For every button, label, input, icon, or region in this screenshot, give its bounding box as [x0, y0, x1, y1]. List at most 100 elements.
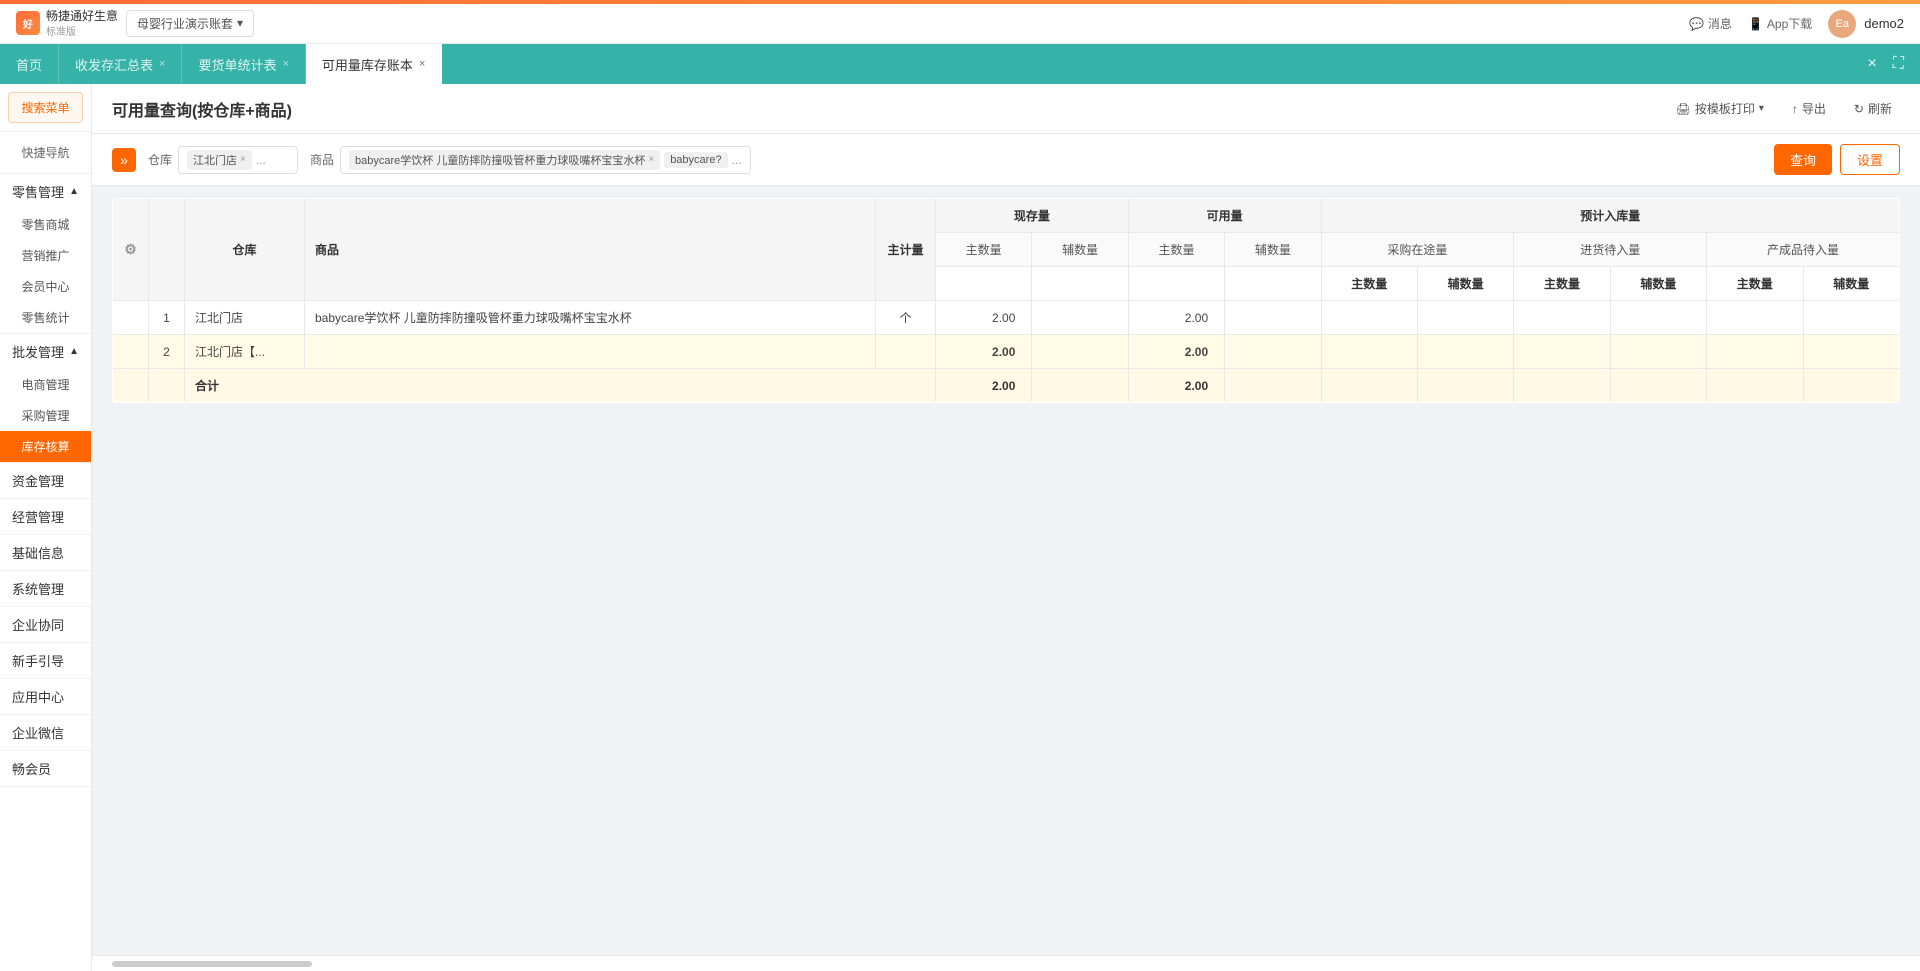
th-purchtr-main: 主数量 [1321, 267, 1417, 301]
td-unit-2 [875, 335, 935, 369]
sidebar-item-member-center[interactable]: 会员中心 [0, 271, 91, 302]
industry-select[interactable]: 母婴行业演示账套 ▾ [126, 10, 254, 37]
avatar-text: Ea [1836, 18, 1849, 30]
goods-tag-1-text: babycare学饮杯 儿童防摔防撞吸管杯重力球吸嘴杯宝宝水杯 [355, 152, 645, 168]
tab-collect-summary-close[interactable]: × [159, 58, 165, 70]
sidebar-operations-header[interactable]: 经营管理 [0, 499, 91, 534]
td-pt-aux-1 [1417, 301, 1513, 335]
sidebar-newbie-header[interactable]: 新手引导 [0, 643, 91, 678]
goods-filter-group: 商品 babycare学饮杯 儿童防摔防撞吸管杯重力球吸嘴杯宝宝水杯 × bab… [310, 146, 751, 174]
sidebar-retail-label: 零售管理 [12, 182, 64, 201]
sidebar-section-system: 系统管理 [0, 571, 91, 607]
td-fin-main-1 [1707, 301, 1803, 335]
td-avail-main-2: 2.00 [1128, 335, 1224, 369]
tab-close-all[interactable]: × [1863, 51, 1880, 77]
sidebar-enterprise-header[interactable]: 企业协同 [0, 607, 91, 642]
sidebar-retail-header[interactable]: 零售管理 ▲ [0, 174, 91, 209]
th-finished: 产成品待入量 [1707, 233, 1900, 267]
td-idx-1: 1 [149, 301, 185, 335]
warehouse-tag-1: 江北门店 × [187, 150, 252, 170]
goods-tag-1-close[interactable]: × [648, 154, 654, 165]
data-table: ⚙ 仓库 商品 主计量 现存量 可用量 预计入库量 主数量 辅数量 主数量 [112, 198, 1900, 403]
tab-bar: 首页 收发存汇总表 × 要货单统计表 × 可用量库存账本 × × ⛶ [0, 44, 1920, 84]
td-footer-pt-aux [1417, 369, 1513, 403]
td-footer-empty-2 [149, 369, 185, 403]
industry-chevron: ▾ [237, 16, 243, 30]
sidebar-app-center-header[interactable]: 应用中心 [0, 679, 91, 714]
sidebar-item-ecommerce[interactable]: 电商管理 [0, 369, 91, 400]
td-fin-aux-2 [1803, 335, 1900, 369]
sidebar-item-retail-promo[interactable]: 营销推广 [0, 240, 91, 271]
warehouse-tag-close[interactable]: × [240, 154, 246, 165]
message-action[interactable]: 💬 消息 [1689, 15, 1732, 32]
td-fin-main-2 [1707, 335, 1803, 369]
sidebar-search: 搜索菜单 [0, 84, 91, 132]
print-chevron: ▾ [1759, 103, 1764, 114]
bottom-scrollbar-area [92, 955, 1920, 971]
print-button[interactable]: 🖨 按模板打印 ▾ [1668, 96, 1772, 121]
sidebar-wholesale-header[interactable]: 批发管理 ▲ [0, 334, 91, 369]
gear-icon[interactable]: ⚙ [124, 241, 137, 257]
export-button[interactable]: ↑ 导出 [1784, 96, 1834, 121]
td-stock-aux-2 [1032, 335, 1128, 369]
page-actions: 🖨 按模板打印 ▾ ↑ 导出 ↻ 刷新 [1668, 96, 1900, 121]
sidebar-search-button[interactable]: 搜索菜单 [8, 92, 83, 123]
th-settings: ⚙ [113, 199, 149, 301]
th-fin-main: 主数量 [1707, 267, 1803, 301]
td-warehouse-2: 江北门店【... [185, 335, 305, 369]
setting-button[interactable]: 设置 [1840, 144, 1900, 175]
goods-more[interactable]: ... [732, 153, 742, 167]
top-bar-left: 好 畅捷通好生意 标准版 母婴行业演示账套 ▾ [16, 9, 254, 38]
page-header: 可用量查询(按仓库+商品) 🖨 按模板打印 ▾ ↑ 导出 ↻ 刷新 [92, 84, 1920, 134]
sidebar-newbie-label: 新手引导 [12, 651, 64, 670]
sidebar-item-purchase[interactable]: 采购管理 [0, 400, 91, 431]
warehouse-input[interactable]: 江北门店 × ... [178, 146, 298, 174]
th-avail2-aux [1225, 267, 1321, 301]
th-purchtr-aux: 辅数量 [1417, 267, 1513, 301]
sidebar-item-retail-mall[interactable]: 零售商城 [0, 209, 91, 240]
horizontal-scrollbar[interactable] [112, 961, 312, 967]
td-goods-1: babycare学饮杯 儿童防摔防撞吸管杯重力球吸嘴杯宝宝水杯 [305, 301, 876, 335]
sidebar-item-retail-stats[interactable]: 零售统计 [0, 302, 91, 333]
query-button[interactable]: 查询 [1774, 144, 1832, 175]
sidebar-finance-header[interactable]: 资金管理 [0, 463, 91, 498]
sidebar-basic-info-label: 基础信息 [12, 543, 64, 562]
sidebar-basic-info-header[interactable]: 基础信息 [0, 535, 91, 570]
tab-collect-summary[interactable]: 收发存汇总表 × [59, 44, 182, 84]
user-area[interactable]: Ea demo2 [1828, 10, 1904, 38]
sidebar-section-retail: 零售管理 ▲ 零售商城 营销推广 会员中心 零售统计 [0, 174, 91, 334]
app-download-action[interactable]: 📱 App下载 [1748, 15, 1812, 32]
sidebar-app-center-label: 应用中心 [12, 687, 64, 706]
tab-order-stats[interactable]: 要货单统计表 × [182, 44, 305, 84]
tab-home[interactable]: 首页 [0, 44, 59, 84]
filter-expand-button[interactable]: » [112, 148, 136, 172]
td-footer-stock-aux [1032, 369, 1128, 403]
sidebar-wechat-header[interactable]: 企业微信 [0, 715, 91, 750]
td-idx-2: 2 [149, 335, 185, 369]
warehouse-more[interactable]: ... [256, 153, 266, 167]
industry-label: 母婴行业演示账套 [137, 15, 233, 32]
tab-available-stock-close[interactable]: × [419, 58, 425, 70]
export-icon: ↑ [1792, 102, 1798, 116]
sidebar-system-header[interactable]: 系统管理 [0, 571, 91, 606]
refresh-button[interactable]: ↻ 刷新 [1846, 96, 1900, 121]
sidebar-section-app-center: 应用中心 [0, 679, 91, 715]
export-label: 导出 [1802, 100, 1826, 117]
tab-order-stats-close[interactable]: × [282, 58, 288, 70]
sidebar-system-label: 系统管理 [12, 579, 64, 598]
filter-actions: 查询 设置 [1774, 144, 1900, 175]
footer-row: 合计 2.00 2.00 [113, 369, 1900, 403]
logo-text-group: 畅捷通好生意 标准版 [46, 9, 118, 38]
table-row: 1 江北门店 babycare学饮杯 儿童防摔防撞吸管杯重力球吸嘴杯宝宝水杯 个… [113, 301, 1900, 335]
td-unit-1: 个 [875, 301, 935, 335]
tab-maximize[interactable]: ⛶ [1889, 51, 1908, 77]
goods-input[interactable]: babycare学饮杯 儿童防摔防撞吸管杯重力球吸嘴杯宝宝水杯 × babyca… [340, 146, 751, 174]
sidebar-item-inventory[interactable]: 库存核算 [0, 431, 91, 462]
th-inc-main: 主数量 [1514, 267, 1610, 301]
user-name: demo2 [1864, 16, 1904, 31]
sidebar-vip-header[interactable]: 畅会员 [0, 751, 91, 786]
sidebar-item-quick-nav[interactable]: 快捷导航 [0, 136, 91, 169]
tab-available-stock[interactable]: 可用量库存账本 × [306, 44, 442, 84]
top-bar: 好 畅捷通好生意 标准版 母婴行业演示账套 ▾ 💬 消息 📱 App下载 Ea … [0, 4, 1920, 44]
goods-tag-1: babycare学饮杯 儿童防摔防撞吸管杯重力球吸嘴杯宝宝水杯 × [349, 150, 660, 170]
